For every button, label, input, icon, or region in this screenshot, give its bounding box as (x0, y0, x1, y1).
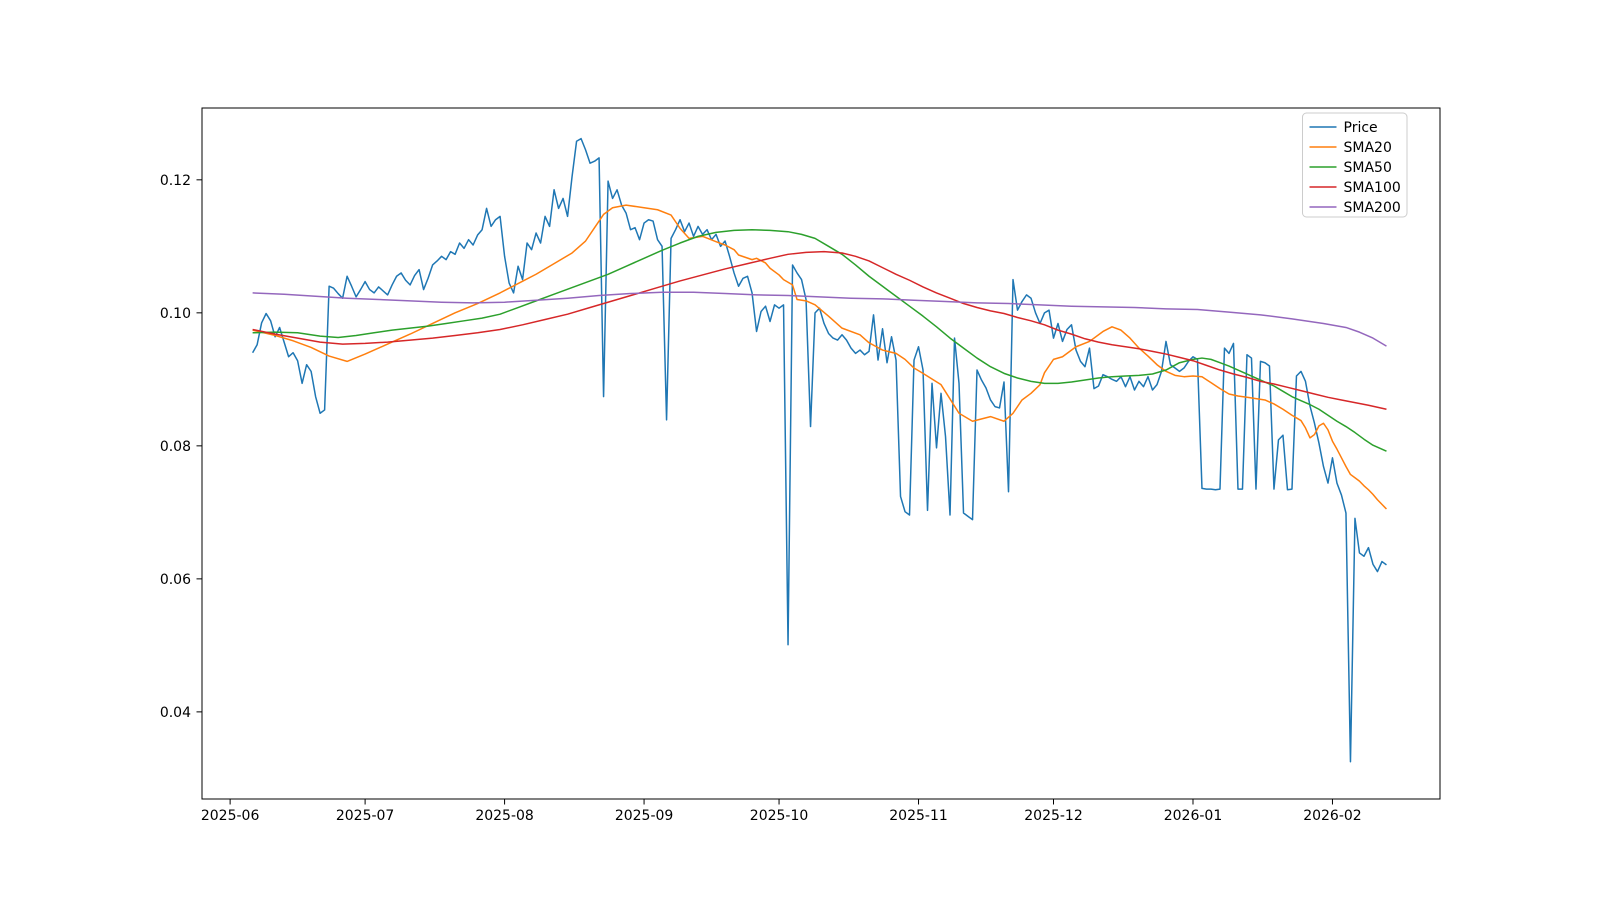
price-line (251, 137, 1387, 763)
x-tick-label: 2025-09 (615, 808, 674, 824)
legend-label-sma20: SMA20 (1344, 140, 1392, 156)
y-tick-label: 0.08 (160, 439, 191, 455)
legend-label-sma200: SMA200 (1344, 200, 1401, 216)
sma50-line (252, 228, 1387, 452)
sma200-line (252, 291, 1387, 347)
x-tick-label: 2026-01 (1164, 808, 1223, 824)
chart-figure: 2025-06 2025-07 2025-08 2025-09 2025-10 2025-… (0, 0, 1600, 900)
x-tick-label: 2025-10 (750, 808, 809, 824)
x-tick-label: 2025-12 (1024, 808, 1083, 824)
legend-layer: Price SMA20 SMA50 SMA100 SMA200 (1302, 112, 1408, 218)
y-tick-label: 0.12 (160, 173, 191, 189)
axis-ticks-layer: 2025-06 2025-07 2025-08 2025-09 2025-10 2025-… (160, 173, 1362, 824)
legend-label-sma50: SMA50 (1344, 160, 1392, 176)
x-tick-label: 2026-02 (1303, 808, 1362, 824)
x-tick-label: 2025-07 (336, 808, 395, 824)
x-tick-label: 2025-08 (475, 808, 534, 824)
y-tick-label: 0.04 (160, 705, 191, 721)
data-series-layer (251, 137, 1387, 763)
y-tick-label: 0.06 (160, 572, 191, 588)
y-tick-label: 0.10 (160, 306, 191, 322)
price-sma-line-chart: 2025-06 2025-07 2025-08 2025-09 2025-10 2025-… (160, 107, 1441, 824)
legend-label-sma100: SMA100 (1344, 180, 1401, 196)
legend-label-price: Price (1344, 120, 1378, 136)
sma20-line (252, 204, 1387, 510)
x-tick-label: 2025-06 (201, 808, 260, 824)
x-tick-label: 2025-11 (889, 808, 948, 824)
